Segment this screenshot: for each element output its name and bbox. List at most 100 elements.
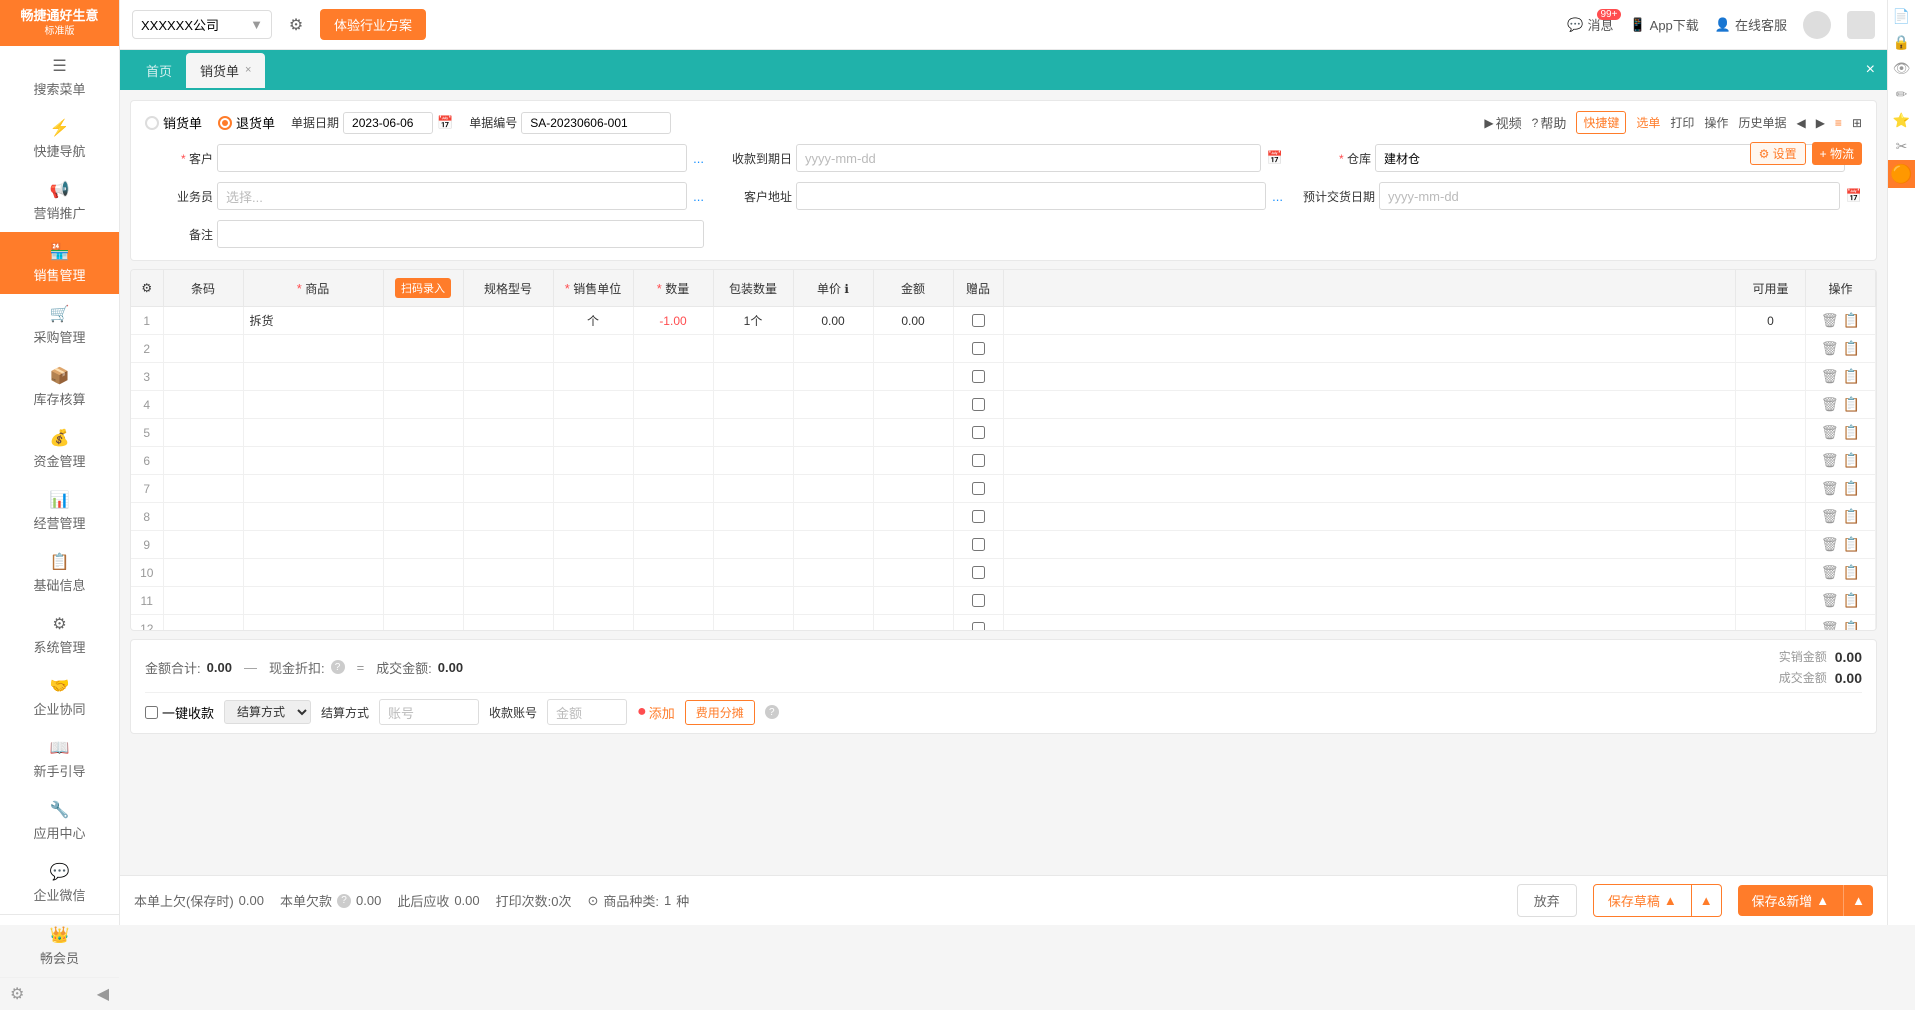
row-pack-qty-7[interactable]	[713, 503, 793, 531]
row-amount-0[interactable]: 0.00	[873, 307, 953, 335]
row-unit-4[interactable]	[553, 419, 633, 447]
delete-icon-10[interactable]: 🗑	[1821, 592, 1839, 609]
row-product-3[interactable]	[243, 391, 383, 419]
payment-help-icon[interactable]: ?	[765, 705, 779, 719]
tab-close-icon[interactable]: ×	[245, 64, 251, 76]
copy-icon-2[interactable]: 📋	[1843, 368, 1860, 385]
save-new-button[interactable]: 保存&新增 ▲	[1738, 885, 1844, 916]
copy-icon-4[interactable]: 📋	[1843, 424, 1860, 441]
amount-input[interactable]: 金额	[547, 699, 627, 725]
row-qty-10[interactable]	[633, 587, 713, 615]
gift-checkbox-9[interactable]	[972, 566, 985, 579]
expense-split-button[interactable]: 费用分摊	[685, 700, 755, 725]
row-remark-1[interactable]	[1003, 335, 1736, 363]
copy-icon-3[interactable]: 📋	[1843, 396, 1860, 413]
product-type[interactable]: ⊙ 商品种类: 1 种	[587, 891, 689, 910]
row-barcode-0[interactable]	[163, 307, 243, 335]
save-new-dropdown[interactable]: ▲	[1843, 885, 1873, 916]
toolbar-nav-next[interactable]: ▶	[1816, 116, 1825, 130]
delete-icon-9[interactable]: 🗑	[1821, 564, 1839, 581]
right-panel-edit[interactable]: ✏	[1890, 82, 1914, 106]
row-amount-2[interactable]	[873, 363, 953, 391]
row-amount-8[interactable]	[873, 531, 953, 559]
row-gift-4[interactable]	[953, 419, 1003, 447]
row-amount-9[interactable]	[873, 559, 953, 587]
settings-button[interactable]: ⚙ 设置	[1750, 142, 1806, 165]
row-spec-8[interactable]	[463, 531, 553, 559]
copy-icon-7[interactable]: 📋	[1843, 508, 1860, 525]
sidebar-item-operations[interactable]: 📊 经营管理	[0, 480, 119, 542]
toolbar-view1[interactable]: ≡	[1835, 116, 1842, 130]
add-payment-button[interactable]: ● 添加	[637, 703, 675, 722]
row-qty-0[interactable]: -1.00	[633, 307, 713, 335]
delete-icon-8[interactable]: 🗑	[1821, 536, 1839, 553]
row-amount-6[interactable]	[873, 475, 953, 503]
sidebar-item-purchase[interactable]: 🛒 采购管理	[0, 294, 119, 356]
right-panel-eye[interactable]: 👁	[1890, 56, 1914, 80]
row-qty-8[interactable]	[633, 531, 713, 559]
row-price-5[interactable]	[793, 447, 873, 475]
toolbar-operate[interactable]: 操作	[1704, 114, 1728, 131]
row-spec-2[interactable]	[463, 363, 553, 391]
row-remark-8[interactable]	[1003, 531, 1736, 559]
row-product-6[interactable]	[243, 475, 383, 503]
gift-checkbox-4[interactable]	[972, 426, 985, 439]
gift-checkbox-7[interactable]	[972, 510, 985, 523]
sidebar-settings-icon[interactable]: ⚙	[10, 984, 24, 1004]
avatar[interactable]	[1803, 11, 1831, 39]
row-barcode-9[interactable]	[163, 559, 243, 587]
logistics-button[interactable]: + 物流	[1812, 142, 1862, 165]
sidebar-item-apps[interactable]: 🔧 应用中心	[0, 790, 119, 852]
row-product-8[interactable]	[243, 531, 383, 559]
discount-help-icon[interactable]: ?	[331, 660, 345, 674]
delete-icon-0[interactable]: 🗑	[1821, 312, 1839, 329]
copy-icon-6[interactable]: 📋	[1843, 480, 1860, 497]
row-product-9[interactable]	[243, 559, 383, 587]
row-amount-1[interactable]	[873, 335, 953, 363]
sidebar-item-quick-nav[interactable]: ⚡ 快捷导航	[0, 108, 119, 170]
row-unit-2[interactable]	[553, 363, 633, 391]
one-click-pay-check[interactable]	[145, 706, 158, 719]
copy-icon-11[interactable]: 📋	[1843, 620, 1860, 630]
row-unit-8[interactable]	[553, 531, 633, 559]
right-panel-scissors[interactable]: ✂	[1890, 134, 1914, 158]
right-panel-lock[interactable]: 🔒	[1890, 30, 1914, 54]
row-spec-0[interactable]	[463, 307, 553, 335]
copy-icon-9[interactable]: 📋	[1843, 564, 1860, 581]
gift-checkbox-5[interactable]	[972, 454, 985, 467]
row-spec-10[interactable]	[463, 587, 553, 615]
row-price-4[interactable]	[793, 419, 873, 447]
row-pack-qty-9[interactable]	[713, 559, 793, 587]
tab-home[interactable]: 首页	[132, 53, 186, 88]
row-spec-5[interactable]	[463, 447, 553, 475]
sidebar-item-cooperation[interactable]: 🤝 企业协同	[0, 666, 119, 728]
row-remark-2[interactable]	[1003, 363, 1736, 391]
row-product-1[interactable]	[243, 335, 383, 363]
toolbar-print[interactable]: 打印	[1670, 114, 1694, 131]
tab-sales-order[interactable]: 销货单 ×	[186, 53, 265, 88]
row-amount-3[interactable]	[873, 391, 953, 419]
settings-icon[interactable]: ⚙	[282, 11, 310, 39]
row-gift-5[interactable]	[953, 447, 1003, 475]
row-remark-10[interactable]	[1003, 587, 1736, 615]
payment-method-select[interactable]: 结算方式	[224, 700, 311, 724]
row-pack-qty-2[interactable]	[713, 363, 793, 391]
row-unit-0[interactable]: 个	[553, 307, 633, 335]
gift-checkbox-6[interactable]	[972, 482, 985, 495]
row-qty-3[interactable]	[633, 391, 713, 419]
row-spec-6[interactable]	[463, 475, 553, 503]
delete-icon-7[interactable]: 🗑	[1821, 508, 1839, 525]
right-panel-star[interactable]: ⭐	[1890, 108, 1914, 132]
row-gift-3[interactable]	[953, 391, 1003, 419]
copy-icon-0[interactable]: 📋	[1843, 312, 1860, 329]
gift-checkbox-3[interactable]	[972, 398, 985, 411]
remark-input[interactable]	[217, 220, 704, 248]
toolbar-shortcut[interactable]: 快捷键	[1576, 111, 1626, 134]
tab-bar-close-icon[interactable]: ×	[1866, 61, 1875, 79]
row-price-0[interactable]: 0.00	[793, 307, 873, 335]
salesperson-dots[interactable]: ...	[693, 189, 704, 204]
row-qty-5[interactable]	[633, 447, 713, 475]
company-selector[interactable]: XXXXXX公司 ▼	[132, 10, 272, 39]
row-qty-1[interactable]	[633, 335, 713, 363]
row-pack-qty-8[interactable]	[713, 531, 793, 559]
